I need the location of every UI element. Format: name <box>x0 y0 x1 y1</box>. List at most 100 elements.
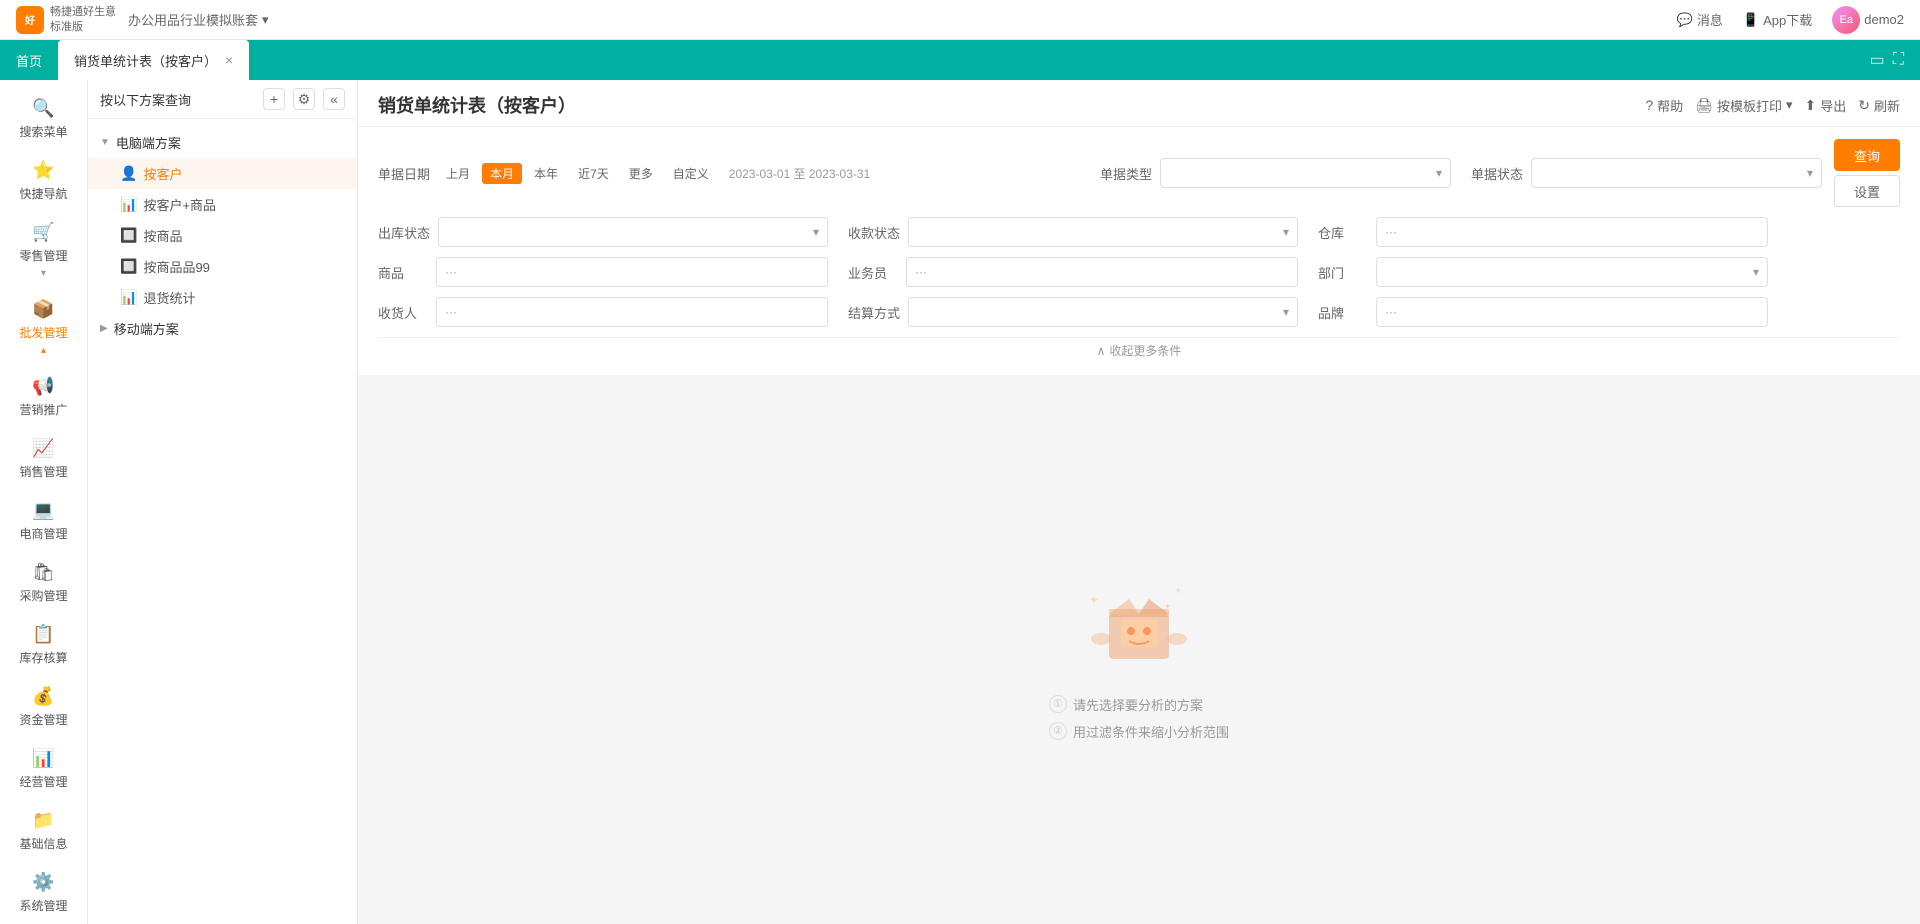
logo-icon: 好 <box>16 6 44 34</box>
sidebar-item-marketing[interactable]: 📢 营销推广 <box>0 366 87 428</box>
finance-icon: 💰 <box>32 686 54 707</box>
chevron-down-icon8: ▾ <box>1283 305 1289 319</box>
settings-scheme-button[interactable]: ⚙ <box>293 88 315 110</box>
message-icon: 💬 <box>1677 12 1693 28</box>
tabbar-actions: ▭ ⛶ <box>1870 50 1920 70</box>
message-button[interactable]: 💬 消息 <box>1677 10 1723 29</box>
operations-icon: 📊 <box>32 748 54 769</box>
topbar-right: 💬 消息 📱 App下载 Ea demo2 <box>1677 6 1904 34</box>
sidebar-item-search[interactable]: 🔍 搜索菜单 <box>0 88 87 150</box>
tab-sales-stats[interactable]: 销货单统计表（按客户） × <box>58 40 249 80</box>
logo-text: 畅捷通好生意 标准版 <box>50 5 116 34</box>
collapse-scheme-button[interactable]: « <box>323 88 345 110</box>
retail-icon: 🛒 <box>32 222 54 243</box>
scheme-item-by-customer-goods[interactable]: 📊 按客户+商品 <box>88 189 357 220</box>
sidebar-item-wholesale[interactable]: 📦 批发管理 ▴ <box>0 289 87 366</box>
receiptstatus-label: 收款状态 <box>848 223 900 242</box>
collapse-bar[interactable]: ∧ 收起更多条件 <box>378 337 1900 363</box>
shortcut-this-year[interactable]: 本年 <box>526 163 566 184</box>
settings-button[interactable]: 设置 <box>1834 175 1900 207</box>
minimize-icon[interactable]: ▭ <box>1870 50 1885 70</box>
receiver-label: 收货人 <box>378 303 428 322</box>
scheme-item-refund[interactable]: 📊 退货统计 <box>88 282 357 313</box>
template-print-button[interactable]: 🖨 按模板打印 ▾ <box>1695 96 1792 115</box>
sidebar-item-sales[interactable]: 📈 销售管理 <box>0 428 87 490</box>
goods-select[interactable]: ··· <box>436 257 828 287</box>
scheme-sidebar-header: 按以下方案查询 + ⚙ « <box>88 80 357 119</box>
settlement-select[interactable]: ▾ <box>908 297 1298 327</box>
scheme-group-mobile: ▶ 移动端方案 <box>88 313 357 344</box>
help-button[interactable]: ? 帮助 <box>1645 96 1683 115</box>
chevron-down-icon7: ▾ <box>1753 265 1759 279</box>
receiver-select[interactable]: ··· <box>436 297 828 327</box>
app-download-button[interactable]: 📱 App下载 <box>1743 10 1812 29</box>
sidebar-item-purchase[interactable]: 🛍 采购管理 <box>0 552 87 614</box>
scheme-tree: ▼ 电脑端方案 👤 按客户 📊 按客户+商品 🔲 按商品 <box>88 119 357 924</box>
sidebar-item-operations[interactable]: 📊 经营管理 <box>0 738 87 800</box>
scheme-sidebar-title: 按以下方案查询 <box>100 90 191 109</box>
shortcut-custom[interactable]: 自定义 <box>665 163 717 184</box>
sidebar-item-inventory[interactable]: 📋 库存核算 <box>0 614 87 676</box>
refresh-button[interactable]: ↻ 刷新 <box>1858 96 1900 115</box>
filter-receiver-item: 收货人 ··· <box>378 297 828 327</box>
filter-settlement-item: 结算方式 ▾ <box>848 297 1298 327</box>
sidebar-item-retail[interactable]: 🛒 零售管理 ▾ <box>0 212 87 289</box>
salesman-select[interactable]: ··· <box>906 257 1298 287</box>
grid-icon2: 🔲 <box>120 258 137 275</box>
sidebar-item-finance[interactable]: 💰 资金管理 <box>0 676 87 738</box>
scheme-item-by-goods99[interactable]: 🔲 按商品品99 <box>88 251 357 282</box>
avatar: Ea <box>1832 6 1860 34</box>
scheme-item-by-goods[interactable]: 🔲 按商品 <box>88 220 357 251</box>
filter-receiptstatus-item: 收款状态 ▾ <box>848 217 1298 247</box>
user-menu[interactable]: Ea demo2 <box>1832 6 1904 34</box>
marketing-icon: 📢 <box>32 376 54 397</box>
star-icon: ⭐ <box>32 160 54 181</box>
department-select[interactable]: ▾ <box>1376 257 1768 287</box>
docstatus-label: 单据状态 <box>1471 164 1523 183</box>
topbar-left: 好 畅捷通好生意 标准版 办公用品行业模拟账套 ▾ <box>16 5 269 34</box>
scheme-sidebar-actions: + ⚙ « <box>263 88 345 110</box>
scheme-sidebar: 按以下方案查询 + ⚙ « ▼ 电脑端方案 👤 按客户 <box>88 80 358 924</box>
close-icon[interactable]: × <box>225 52 233 68</box>
docstatus-select[interactable]: ▾ <box>1531 158 1822 188</box>
scheme-item-by-customer[interactable]: 👤 按客户 <box>88 158 357 189</box>
industry-selector[interactable]: 办公用品行业模拟账套 ▾ <box>128 10 269 29</box>
filter-row-2: 出库状态 ▾ 收款状态 ▾ 仓库 <box>378 217 1900 247</box>
bar-icon: 📊 <box>120 289 137 306</box>
arrow-down-icon: ▼ <box>100 137 110 148</box>
tabbar: 首页 销货单统计表（按客户） × ▭ ⛶ <box>0 40 1920 80</box>
add-scheme-button[interactable]: + <box>263 88 285 110</box>
outstatus-select[interactable]: ▾ <box>438 217 828 247</box>
shortcut-7days[interactable]: 近7天 <box>570 163 617 184</box>
scheme-group-mobile-title[interactable]: ▶ 移动端方案 <box>88 313 357 344</box>
basic-icon: 📁 <box>32 810 54 831</box>
shortcut-this-month[interactable]: 本月 <box>482 163 522 184</box>
tab-home[interactable]: 首页 <box>0 40 58 80</box>
shortcut-last-month[interactable]: 上月 <box>438 163 478 184</box>
sidebar-item-system[interactable]: ⚙️ 系统管理 <box>0 862 87 924</box>
inventory-icon: 📋 <box>32 624 54 645</box>
department-label: 部门 <box>1318 263 1368 282</box>
chart-icon: 📊 <box>120 196 137 213</box>
sidebar-item-quick[interactable]: ⭐ 快捷导航 <box>0 150 87 212</box>
scheme-group-desktop-title[interactable]: ▼ 电脑端方案 <box>88 127 357 158</box>
query-button[interactable]: 查询 <box>1834 139 1900 171</box>
expand-icon[interactable]: ⛶ <box>1893 51 1904 69</box>
settlement-label: 结算方式 <box>848 303 900 322</box>
sidebar-item-ecommerce[interactable]: 💻 电商管理 <box>0 490 87 552</box>
app-icon: 📱 <box>1743 12 1759 28</box>
warehouse-select[interactable]: ··· <box>1376 217 1768 247</box>
filter-goods-item: 商品 ··· <box>378 257 828 287</box>
brand-select[interactable]: ··· <box>1376 297 1768 327</box>
scheme-group-desktop: ▼ 电脑端方案 👤 按客户 📊 按客户+商品 🔲 按商品 <box>88 127 357 313</box>
filter-docstatus-item: 单据状态 ▾ <box>1471 158 1822 188</box>
svg-text:✦: ✦ <box>1164 602 1171 611</box>
sidebar-item-basic[interactable]: 📁 基础信息 <box>0 800 87 862</box>
export-button[interactable]: ⬆ 导出 <box>1805 96 1847 115</box>
shortcut-more[interactable]: 更多 <box>621 163 661 184</box>
receiptstatus-select[interactable]: ▾ <box>908 217 1298 247</box>
doctype-select[interactable]: ▾ <box>1160 158 1451 188</box>
filter-warehouse-item: 仓库 ··· <box>1318 217 1768 247</box>
system-icon: ⚙️ <box>32 872 54 893</box>
action-buttons: 查询 设置 <box>1834 139 1900 207</box>
